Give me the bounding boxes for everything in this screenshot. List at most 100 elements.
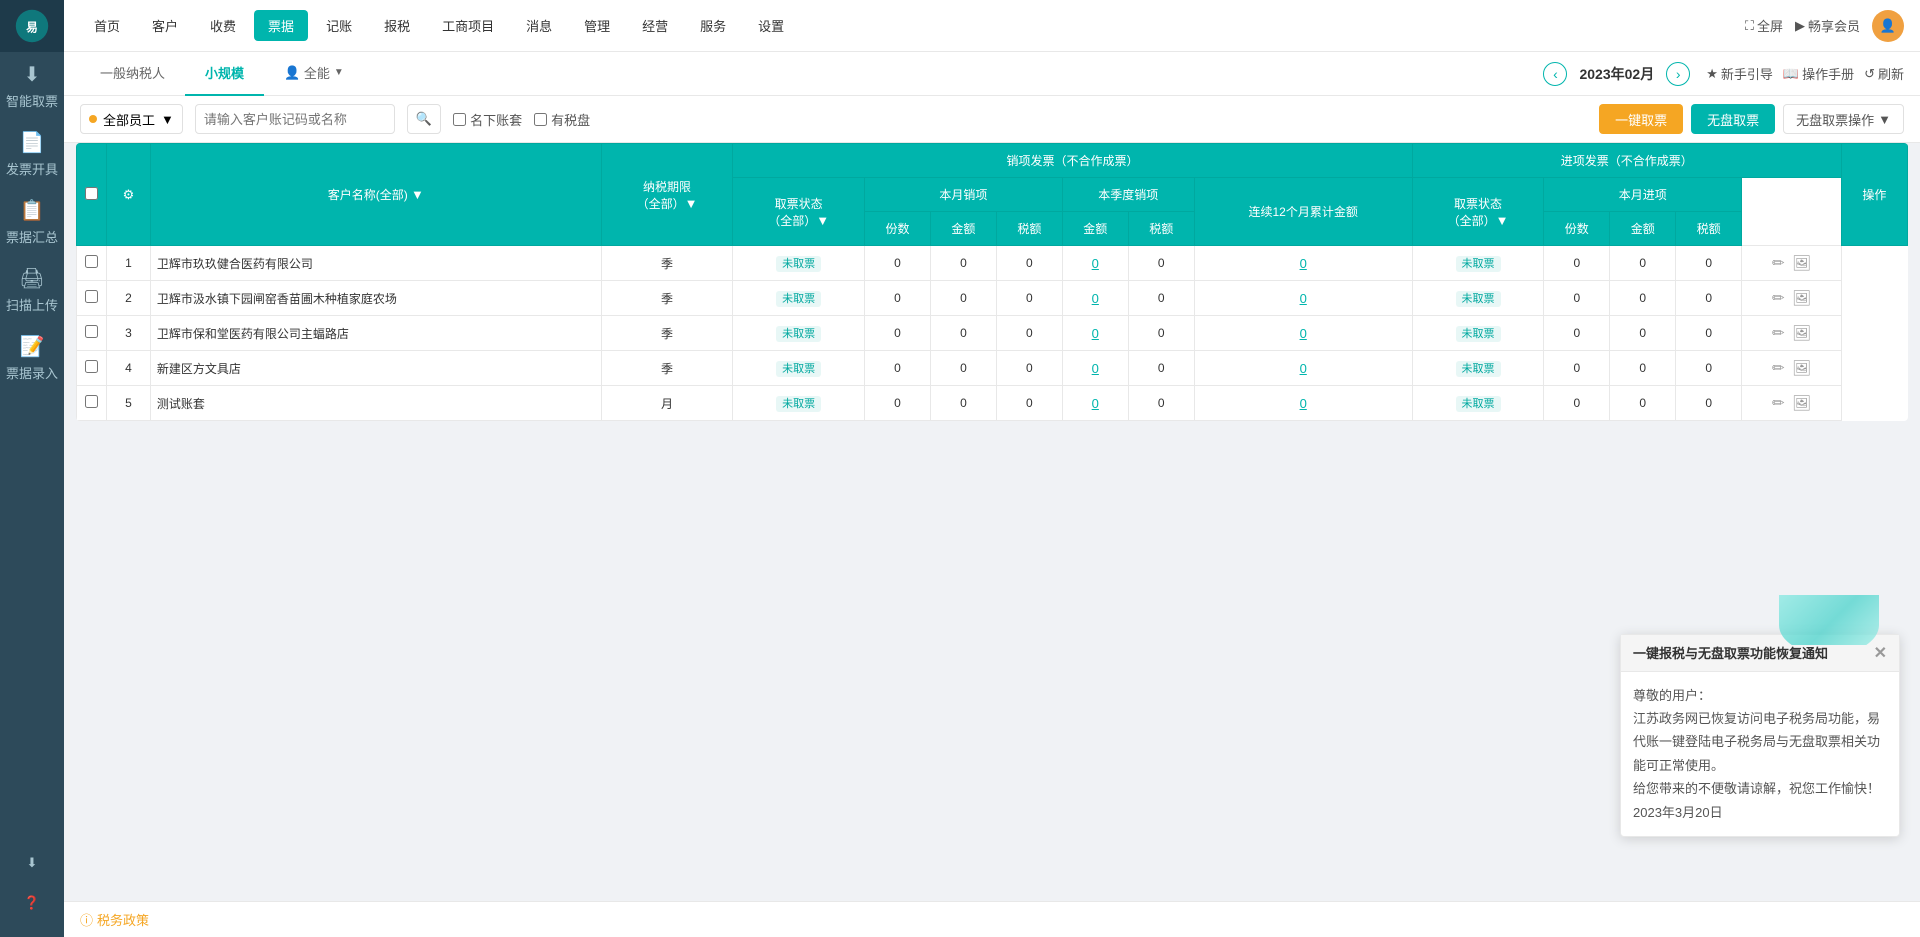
row-period: 季 — [601, 281, 733, 316]
row-actions: ✏ 🖼 — [1742, 386, 1842, 421]
topnav-item-business[interactable]: 工商项目 — [428, 10, 508, 41]
topnav-item-billing[interactable]: 收费 — [196, 10, 250, 41]
period-prev-btn[interactable]: ‹ — [1543, 62, 1567, 86]
topnav-item-customer[interactable]: 客户 — [138, 10, 192, 41]
row-out-month-count: 0 — [865, 281, 931, 316]
new-guide-link[interactable]: ★ 新手引导 — [1706, 64, 1773, 83]
topnav-item-management[interactable]: 管理 — [570, 10, 624, 41]
tab-general[interactable]: 一般纳税人 — [80, 52, 185, 96]
topnav-item-message[interactable]: 消息 — [512, 10, 566, 41]
notification-header: 一键报税与无盘取票功能恢复通知 ✕ — [1621, 635, 1899, 672]
filter-icon4[interactable]: ▼ — [1496, 213, 1509, 228]
diskless-fetch-btn[interactable]: 无盘取票 — [1691, 104, 1775, 134]
row-out-quarter-tax: 0 — [1128, 351, 1194, 386]
period-next-btn[interactable]: › — [1666, 62, 1690, 86]
row-period: 季 — [601, 246, 733, 281]
manual-link[interactable]: 📖 操作手册 — [1783, 64, 1854, 83]
search-input[interactable] — [195, 104, 395, 134]
sidebar-item-smart-fetch[interactable]: ⬇ 智能取票 — [0, 52, 64, 120]
employee-select[interactable]: 全部员工 ▼ — [80, 104, 183, 134]
row-edit-icon[interactable]: ✏ — [1772, 325, 1785, 342]
row-checkbox-cell — [77, 351, 107, 386]
row-edit-icon[interactable]: ✏ — [1772, 395, 1785, 412]
scan-upload-icon: 🖨 — [19, 266, 44, 291]
th-tax-period: 纳税期限（全部）▼ — [601, 144, 733, 246]
row-view-icon[interactable]: 🖼 — [1792, 255, 1811, 272]
topnav-item-tax[interactable]: 报税 — [370, 10, 424, 41]
filter-icon3[interactable]: ▼ — [816, 213, 829, 228]
row-edit-icon[interactable]: ✏ — [1772, 290, 1785, 307]
topnav-item-operations[interactable]: 经营 — [628, 10, 682, 41]
sidebar-item-invoice-entry[interactable]: 📝 票据录入 — [0, 324, 64, 392]
th-in-month-count: 份数 — [1544, 212, 1610, 246]
tab-all[interactable]: 👤 全能 ▼ — [264, 52, 364, 96]
table-body: 1 卫辉市玖玖健合医药有限公司 季 未取票 0 0 0 0 0 0 未取票 0 … — [77, 246, 1908, 421]
topnav-vip[interactable]: ▶ 畅享会员 — [1795, 16, 1860, 35]
row-in-month-count: 0 — [1544, 246, 1610, 281]
row-checkbox[interactable] — [85, 360, 98, 373]
filter-icon[interactable]: ▼ — [411, 187, 424, 202]
row-out-quarter-amount: 0 — [1062, 316, 1128, 351]
sidebar-item-download[interactable]: ⬇ — [0, 845, 64, 881]
topnav-fullscreen[interactable]: ⛶ 全屏 — [1745, 16, 1783, 35]
sidebar-item-label: 票据汇总 — [6, 227, 58, 246]
th-in-month-amount: 金额 — [1610, 212, 1676, 246]
invoice-entry-icon: 📝 — [20, 334, 45, 359]
notification-close-btn[interactable]: ✕ — [1874, 643, 1887, 663]
row-edit-icon[interactable]: ✏ — [1772, 255, 1785, 272]
row-checkbox[interactable] — [85, 325, 98, 338]
select-all-checkbox[interactable] — [85, 187, 98, 200]
topnav-item-invoice[interactable]: 票据 — [254, 10, 308, 41]
row-view-icon[interactable]: 🖼 — [1792, 395, 1811, 412]
taxdisk-checkbox-label[interactable]: 有税盘 — [534, 110, 590, 129]
topnav-item-settings[interactable]: 设置 — [744, 10, 798, 41]
row-customer-name: 卫辉市玖玖健合医药有限公司 — [150, 246, 601, 281]
row-out-month-amount: 0 — [930, 246, 996, 281]
topnav-avatar[interactable]: 👤 — [1872, 10, 1904, 42]
subaccount-checkbox-label[interactable]: 名下账套 — [453, 110, 522, 129]
th-in-month-tax: 税额 — [1676, 212, 1742, 246]
settings-icon[interactable]: ⚙ — [123, 187, 135, 202]
one-key-fetch-btn[interactable]: 一键取票 — [1599, 104, 1683, 134]
row-view-icon[interactable]: 🖼 — [1792, 290, 1811, 307]
tax-policy-link[interactable]: ⓘ 税务政策 — [80, 910, 149, 929]
th-quarter-sales: 本季度销项 — [1062, 178, 1194, 212]
th-action: 操作 — [1841, 144, 1907, 246]
topnav: 首页 客户 收费 票据 记账 报税 工商项目 消息 管理 经营 服务 设置 ⛶ … — [64, 0, 1920, 52]
topnav-item-service[interactable]: 服务 — [686, 10, 740, 41]
filter-icon2[interactable]: ▼ — [685, 196, 698, 211]
row-out-12m: 0 — [1194, 246, 1412, 281]
notification-title: 一键报税与无盘取票功能恢复通知 — [1633, 643, 1828, 662]
smart-fetch-icon: ⬇ — [24, 62, 41, 87]
row-view-icon[interactable]: 🖼 — [1792, 360, 1811, 377]
subaccount-checkbox[interactable] — [453, 113, 466, 126]
refresh-link[interactable]: ↺ 刷新 — [1864, 64, 1904, 83]
topnav-item-bookkeeping[interactable]: 记账 — [312, 10, 366, 41]
row-out-quarter-amount: 0 — [1062, 351, 1128, 386]
row-checkbox-cell — [77, 386, 107, 421]
th-out-month-amount: 金额 — [930, 212, 996, 246]
diskless-ops-btn[interactable]: 无盘取票操作 ▼ — [1783, 104, 1904, 134]
row-in-month-tax: 0 — [1676, 386, 1742, 421]
row-out-12m: 0 — [1194, 351, 1412, 386]
sidebar-item-invoice-open[interactable]: 📄 发票开具 — [0, 120, 64, 188]
topnav-item-home[interactable]: 首页 — [80, 10, 134, 41]
row-view-icon[interactable]: 🖼 — [1792, 325, 1811, 342]
row-num: 1 — [107, 246, 151, 281]
row-checkbox[interactable] — [85, 290, 98, 303]
sidebar-item-invoice-summary[interactable]: 📋 票据汇总 — [0, 188, 64, 256]
fullscreen-label: 全屏 — [1757, 16, 1783, 35]
row-out-month-tax: 0 — [996, 281, 1062, 316]
taxdisk-checkbox[interactable] — [534, 113, 547, 126]
row-checkbox[interactable] — [85, 255, 98, 268]
row-checkbox[interactable] — [85, 395, 98, 408]
row-edit-icon[interactable]: ✏ — [1772, 360, 1785, 377]
search-button[interactable]: 🔍 — [407, 104, 441, 134]
tab-small[interactable]: 小规模 — [185, 52, 264, 96]
notification-popup: 一键报税与无盘取票功能恢复通知 ✕ 尊敬的用户： 江苏政务网已恢复访问电子税务局… — [1620, 634, 1900, 837]
row-out-status: 未取票 — [733, 316, 865, 351]
sidebar-item-help[interactable]: ❓ — [0, 885, 64, 921]
row-period: 季 — [601, 351, 733, 386]
dropdown-icon: ▼ — [1878, 112, 1891, 127]
sidebar-item-scan-upload[interactable]: 🖨 扫描上传 — [0, 256, 64, 324]
